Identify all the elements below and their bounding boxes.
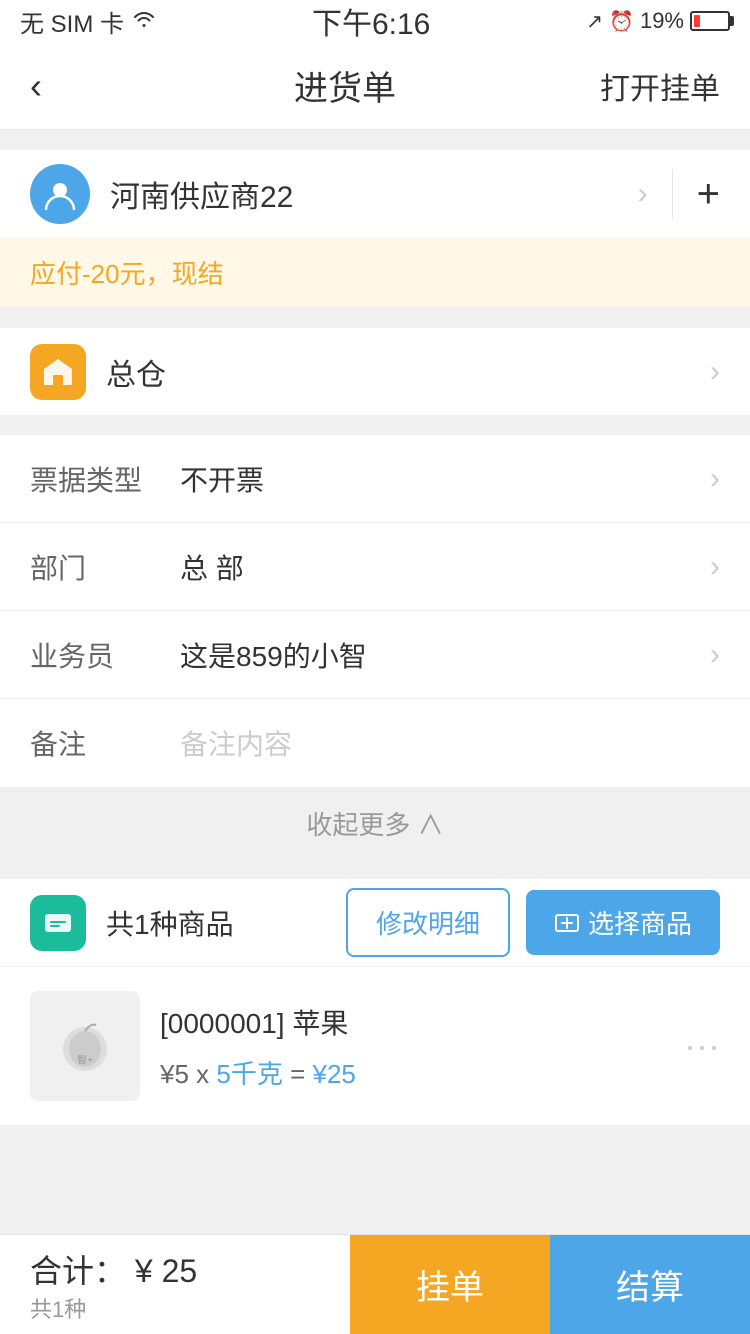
- back-button[interactable]: ‹: [30, 65, 90, 107]
- collapse-label: 收起更多 ∧: [306, 805, 443, 842]
- top-divider: [0, 130, 750, 150]
- product-section: 共1种商品 修改明细 选择商品 智+ [0000001] 苹果 ¥5 x: [0, 879, 750, 1126]
- product-thumbnail: 智+: [30, 991, 140, 1101]
- battery-icon: [690, 11, 730, 31]
- product-name: [0000001] 苹果: [160, 1002, 684, 1042]
- supplier-divider: [672, 169, 673, 219]
- price-equals: =: [290, 1059, 312, 1089]
- total-section: 合计： ¥ 25 共1种: [0, 1235, 350, 1334]
- price-per-unit: ¥5 x: [160, 1059, 216, 1089]
- warehouse-divider: [0, 307, 750, 327]
- salesman-row[interactable]: 业务员 这是859的小智 ›: [0, 611, 750, 699]
- invoice-chevron-icon: ›: [710, 462, 720, 496]
- total-label: 合计：: [30, 1253, 126, 1289]
- alarm-icon: ⏰: [609, 9, 634, 34]
- supplier-row[interactable]: 河南供应商22 › +: [0, 150, 750, 238]
- invoice-label: 票据类型: [30, 459, 160, 499]
- invoice-row[interactable]: 票据类型 不开票 ›: [0, 435, 750, 523]
- svg-text:智+: 智+: [77, 1054, 93, 1067]
- product-price: ¥5 x 5千克 = ¥25: [160, 1054, 684, 1091]
- hang-button[interactable]: 挂单: [350, 1235, 550, 1334]
- wifi-icon: [132, 7, 156, 35]
- location-icon: ↗: [586, 9, 603, 34]
- supplier-name: 河南供应商22: [110, 172, 638, 216]
- status-carrier: 无 SIM 卡: [20, 4, 156, 39]
- invoice-value: 不开票: [160, 459, 710, 499]
- supplier-section: 河南供应商22 › + 应付-20元，现结: [0, 150, 750, 307]
- carrier-text: 无 SIM 卡: [20, 4, 124, 39]
- select-product-label: 选择商品: [588, 904, 692, 941]
- salesman-label: 业务员: [30, 635, 160, 675]
- supplier-chevron-icon: ›: [638, 177, 648, 211]
- supplier-notice: 应付-20元，现结: [0, 238, 750, 307]
- salesman-chevron-icon: ›: [710, 638, 720, 672]
- hang-label: 挂单: [416, 1260, 484, 1309]
- add-supplier-button[interactable]: +: [697, 172, 720, 217]
- warehouse-section: 总仓 ›: [0, 327, 750, 415]
- total-value: ¥ 25: [135, 1253, 197, 1289]
- bottom-bar: 合计： ¥ 25 共1种 挂单 结算: [0, 1234, 750, 1334]
- remark-input[interactable]: 备注内容: [160, 723, 720, 763]
- product-info: [0000001] 苹果 ¥5 x 5千克 = ¥25: [160, 1002, 684, 1091]
- status-time: 下午6:16: [312, 0, 430, 43]
- status-right-icons: ↗ ⏰ 19%: [586, 8, 730, 34]
- checkout-button[interactable]: 结算: [550, 1235, 750, 1334]
- product-section-icon: [30, 895, 86, 951]
- warehouse-chevron-icon: ›: [710, 355, 720, 389]
- dept-value: 总 部: [160, 547, 710, 587]
- bottom-spacer: [0, 1126, 750, 1246]
- collapse-toggle[interactable]: 收起更多 ∧: [0, 787, 750, 859]
- dept-label: 部门: [30, 547, 160, 587]
- total-amount: 合计： ¥ 25: [30, 1246, 320, 1292]
- remark-row[interactable]: 备注 备注内容: [0, 699, 750, 787]
- salesman-value: 这是859的小智: [160, 635, 710, 675]
- product-item: 智+ [0000001] 苹果 ¥5 x 5千克 = ¥25 ···: [0, 967, 750, 1126]
- warehouse-name: 总仓: [106, 350, 710, 394]
- battery-percent: 19%: [640, 8, 684, 34]
- remark-label: 备注: [30, 723, 160, 763]
- form-section: 票据类型 不开票 › 部门 总 部 › 业务员 这是859的小智 › 备注 备注…: [0, 435, 750, 787]
- warehouse-icon: [30, 344, 86, 400]
- product-more-button[interactable]: ···: [684, 1025, 720, 1067]
- supplier-avatar: [30, 164, 90, 224]
- status-bar: 无 SIM 卡 下午6:16 ↗ ⏰ 19%: [0, 0, 750, 42]
- product-code: [0000001] 苹果: [160, 1008, 348, 1039]
- product-qty: 5千克: [216, 1059, 282, 1089]
- page-title: 进货单: [294, 61, 396, 110]
- edit-detail-button[interactable]: 修改明细: [346, 888, 510, 957]
- product-header: 共1种商品 修改明细 选择商品: [0, 879, 750, 967]
- select-product-button[interactable]: 选择商品: [526, 890, 720, 955]
- dept-chevron-icon: ›: [710, 550, 720, 584]
- checkout-label: 结算: [616, 1260, 684, 1309]
- warehouse-row[interactable]: 总仓 ›: [0, 327, 750, 415]
- nav-bar: ‹ 进货单 打开挂单: [0, 42, 750, 130]
- total-count: 共1种: [30, 1292, 320, 1324]
- battery-fill: [694, 15, 700, 27]
- open-hang-button[interactable]: 打开挂单: [600, 64, 720, 108]
- dept-row[interactable]: 部门 总 部 ›: [0, 523, 750, 611]
- product-count: 共1种商品: [106, 903, 346, 943]
- product-total: ¥25: [313, 1059, 356, 1089]
